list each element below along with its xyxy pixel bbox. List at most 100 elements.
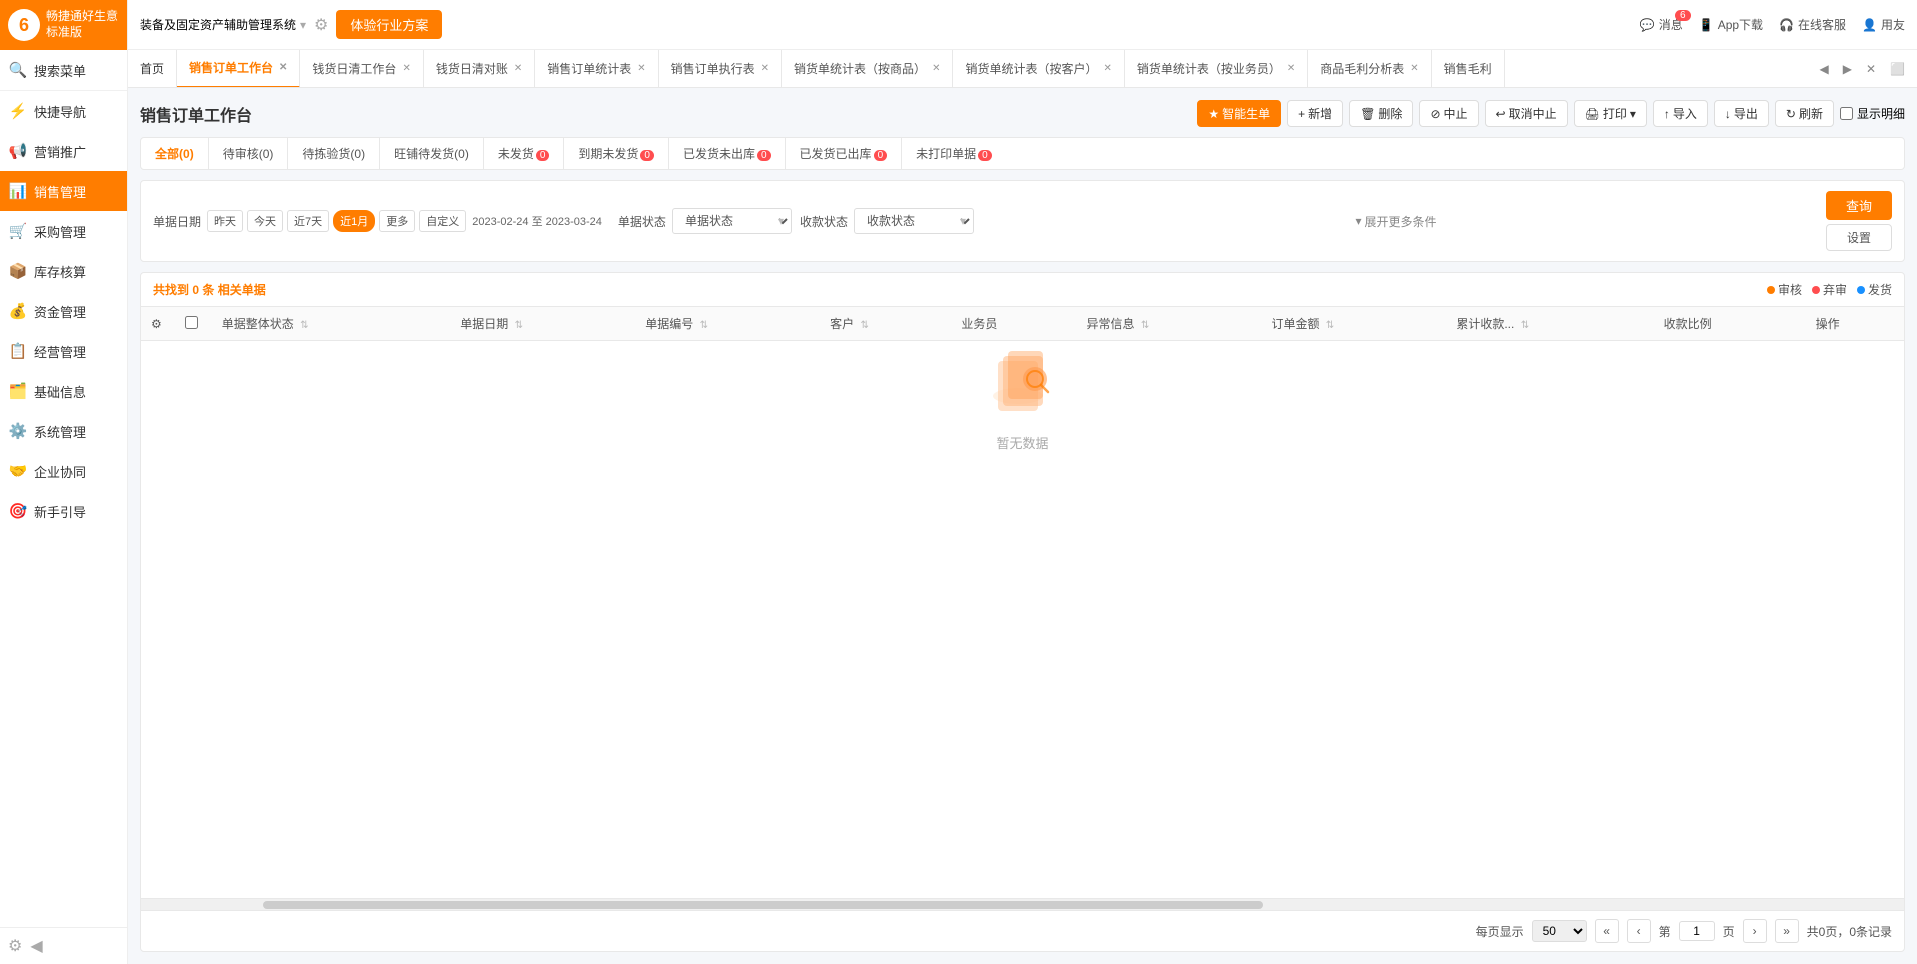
filter-tab-shipped-not-out[interactable]: 已发货未出库0 (669, 138, 786, 169)
sort-date-icon[interactable]: ⇅ (515, 320, 523, 331)
tab-close-sales-summary-staff[interactable]: ✕ (1287, 63, 1295, 74)
cancel-dot (1812, 286, 1820, 294)
tab-close-sales-summary-prod[interactable]: ✕ (932, 63, 940, 74)
sidebar-logo: 6 畅捷通好生意 标准版 (0, 0, 127, 50)
show-detail-checkbox[interactable] (1840, 107, 1853, 120)
tab-close-cash-reconcile[interactable]: ✕ (514, 63, 522, 74)
page-last-btn[interactable]: » (1775, 919, 1799, 943)
sidebar-item-search[interactable]: 🔍 搜索菜单 (0, 50, 127, 91)
audit-action-btn[interactable]: 审核 (1767, 281, 1802, 298)
page-prev-btn[interactable]: ‹ (1627, 919, 1651, 943)
sort-number-icon[interactable]: ⇅ (700, 320, 708, 331)
export-button[interactable]: ↓ 导出 (1714, 100, 1769, 127)
tab-sales-workbench[interactable]: 销售订单工作台 ✕ (177, 50, 300, 88)
sidebar-item-purchase[interactable]: 🛒 采购管理 (0, 211, 127, 251)
print-button[interactable]: 🖨 打印 ▾ (1574, 100, 1647, 127)
online-service-action[interactable]: 🎧 在线客服 (1779, 16, 1846, 33)
sidebar-item-marketing[interactable]: 📢 营销推广 (0, 131, 127, 171)
sort-customer-icon[interactable]: ⇅ (860, 320, 868, 331)
smart-create-button[interactable]: ★ 智能生单 (1197, 100, 1281, 127)
sort-abnormal-icon[interactable]: ⇅ (1141, 320, 1149, 331)
tab-close-sales-stat[interactable]: ✕ (637, 63, 645, 74)
date-btn-1month[interactable]: 近1月 (333, 210, 375, 232)
filter-tab-not-printed[interactable]: 未打印单据0 (902, 138, 1006, 169)
tab-cash-reconcile[interactable]: 钱货日清对账 ✕ (424, 50, 535, 88)
stop-button[interactable]: ⊘ 中止 (1419, 100, 1478, 127)
tab-gross-profit[interactable]: 商品毛利分析表 ✕ (1308, 50, 1431, 88)
system-title[interactable]: 装备及固定资产辅助管理系统 ▾ (140, 16, 306, 33)
ship-action-btn[interactable]: 发货 (1857, 281, 1892, 298)
filter-tab-shipped-out[interactable]: 已发货已出库0 (786, 138, 903, 169)
sort-amount-icon[interactable]: ⇅ (1326, 320, 1334, 331)
user-action[interactable]: 👤 用友 (1862, 16, 1905, 33)
tab-sales-summary-cust[interactable]: 销货单统计表（按客户） ✕ (953, 50, 1124, 88)
show-detail-label[interactable]: 显示明细 (1840, 105, 1905, 122)
message-action[interactable]: 💬 消息 6 (1640, 16, 1683, 33)
query-button[interactable]: 查询 (1826, 191, 1892, 220)
sidebar-item-operations[interactable]: 📋 经营管理 (0, 331, 127, 371)
tab-close-cash-daily[interactable]: ✕ (402, 63, 410, 74)
sidebar-item-sales[interactable]: 📊 销售管理 (0, 171, 127, 211)
settings-icon[interactable]: ⚙ (8, 936, 22, 956)
import-button[interactable]: ↑ 导入 (1653, 100, 1708, 127)
sort-status-icon[interactable]: ⇅ (300, 320, 308, 331)
filter-tab-all[interactable]: 全部(0) (141, 138, 209, 169)
tab-nav-next[interactable]: ▶ (1839, 60, 1856, 78)
add-button[interactable]: + 新增 (1287, 100, 1343, 127)
date-btn-7days[interactable]: 近7天 (287, 210, 329, 232)
sidebar-item-enterprise[interactable]: 🤝 企业协同 (0, 451, 127, 491)
page-next-btn[interactable]: › (1743, 919, 1767, 943)
expand-conditions-button[interactable]: ▾ 展开更多条件 (1355, 213, 1436, 230)
delete-button[interactable]: 🗑 删除 (1349, 100, 1413, 127)
tab-sales-stat[interactable]: 销售订单统计表 ✕ (535, 50, 658, 88)
col-checkbox[interactable] (172, 307, 212, 341)
tab-close-sales-workbench[interactable]: ✕ (279, 62, 287, 73)
tab-home[interactable]: 首页 (128, 50, 177, 88)
sidebar-item-baseinfo[interactable]: 🗂️ 基础信息 (0, 371, 127, 411)
filter-tab-expired[interactable]: 到期未发货0 (564, 138, 669, 169)
sidebar-item-inventory[interactable]: 📦 库存核算 (0, 251, 127, 291)
cancel-stop-icon: ↩ (1496, 107, 1506, 121)
settings-icon-topbar[interactable]: ⚙ (314, 15, 328, 35)
tab-nav-close-all[interactable]: ✕ (1862, 60, 1880, 78)
refresh-button[interactable]: ↻ 刷新 (1775, 100, 1834, 127)
tab-sales-summary-staff[interactable]: 销货单统计表（按业务员） ✕ (1125, 50, 1308, 88)
sidebar-item-newguide[interactable]: 🎯 新手引导 (0, 491, 127, 531)
collapse-icon[interactable]: ◀ (30, 936, 42, 956)
sort-received-icon[interactable]: ⇅ (1521, 320, 1529, 331)
tab-close-sales-summary-cust[interactable]: ✕ (1103, 63, 1111, 74)
set-button[interactable]: 设置 (1826, 224, 1892, 251)
status-select[interactable]: 单据状态 (672, 208, 792, 234)
filter-tab-not-shipped[interactable]: 未发货0 (484, 138, 565, 169)
col-settings[interactable]: ⚙ (141, 307, 172, 341)
tab-sales-exec[interactable]: 销售订单执行表 ✕ (659, 50, 782, 88)
cancel-stop-button[interactable]: ↩ 取消中止 (1485, 100, 1568, 127)
filter-tab-wangpu[interactable]: 旺铺待发货(0) (380, 138, 484, 169)
sidebar-item-finance[interactable]: 💰 资金管理 (0, 291, 127, 331)
per-page-select[interactable]: 50 10 20 100 (1532, 920, 1587, 942)
tab-sales-profit[interactable]: 销售毛利 (1432, 50, 1505, 88)
tab-sales-summary-prod[interactable]: 销货单统计表（按商品） ✕ (782, 50, 953, 88)
cancel-audit-action-btn[interactable]: 弃审 (1812, 281, 1847, 298)
filter-tab-pending-audit[interactable]: 待审核(0) (209, 138, 289, 169)
tab-close-sales-exec[interactable]: ✕ (761, 63, 769, 74)
tab-nav-maximize[interactable]: ⬜ (1886, 60, 1909, 78)
date-btn-more[interactable]: 更多 (379, 210, 415, 232)
page-input[interactable] (1679, 921, 1715, 941)
horizontal-scrollbar[interactable] (141, 898, 1904, 910)
payment-select[interactable]: 收款状态 (854, 208, 974, 234)
tab-nav-prev[interactable]: ◀ (1816, 60, 1833, 78)
sidebar-item-quicknav[interactable]: ⚡ 快捷导航 (0, 91, 127, 131)
solution-button[interactable]: 体验行业方案 (336, 10, 442, 39)
date-btn-today[interactable]: 今天 (247, 210, 283, 232)
filter-tab-pending-check[interactable]: 待拣验货(0) (288, 138, 380, 169)
date-btn-yesterday[interactable]: 昨天 (207, 210, 243, 232)
app-download-action[interactable]: 📱 App下载 (1699, 16, 1763, 33)
page-first-btn[interactable]: « (1595, 919, 1619, 943)
date-btn-custom[interactable]: 自定义 (419, 210, 466, 232)
tab-close-gross-profit[interactable]: ✕ (1410, 63, 1418, 74)
scrollbar-thumb[interactable] (263, 901, 1263, 909)
tab-cash-daily[interactable]: 钱货日清工作台 ✕ (300, 50, 423, 88)
select-all-checkbox[interactable] (185, 316, 198, 329)
sidebar-item-system[interactable]: ⚙️ 系统管理 (0, 411, 127, 451)
